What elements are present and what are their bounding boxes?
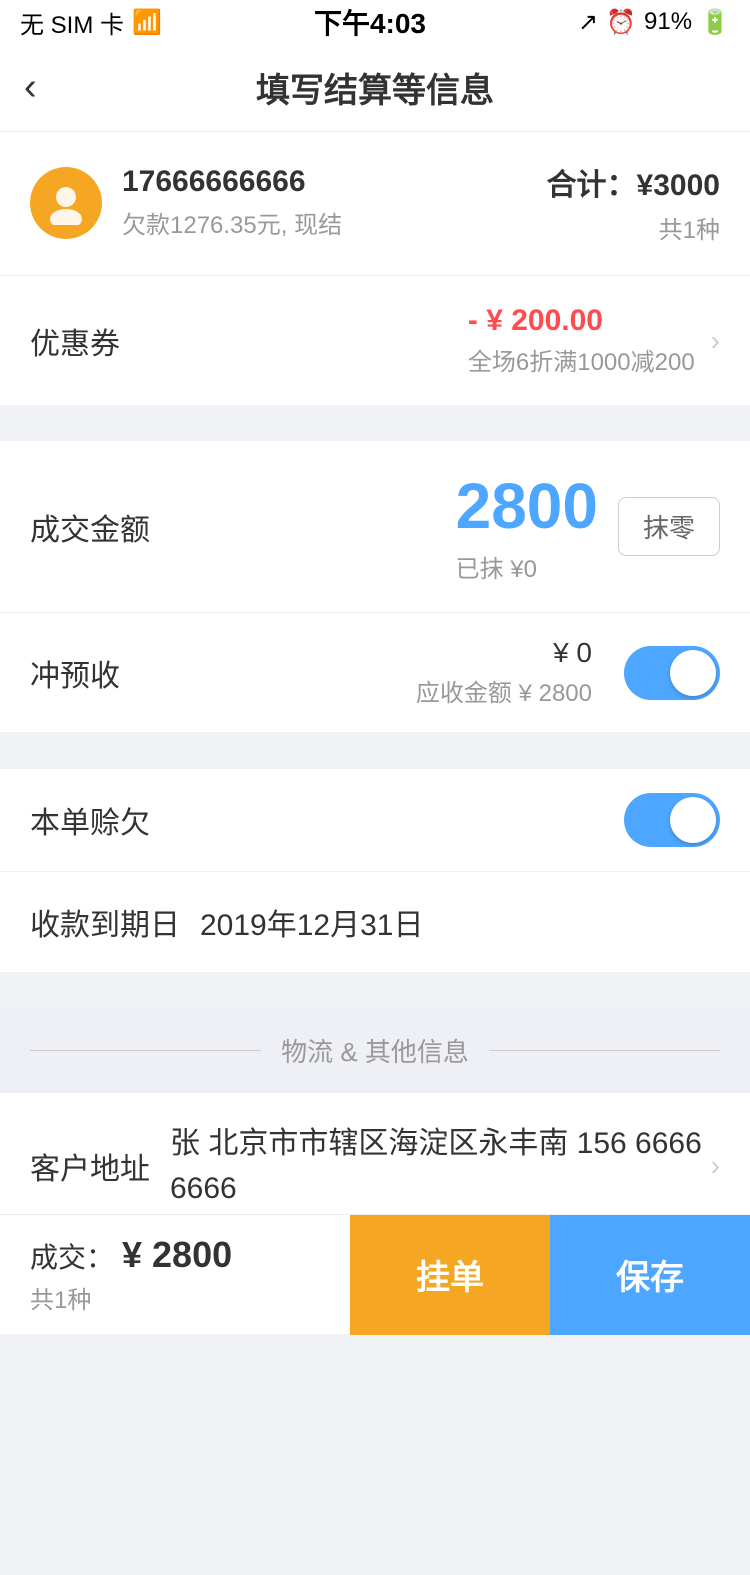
save-button[interactable]: 保存 [550,1215,750,1335]
debt-toggle-knob [670,797,716,843]
divider-3 [0,988,750,1008]
divider-2 [0,748,750,768]
section-divider-text: 物流 & 其他信息 [281,1032,469,1069]
pending-button[interactable]: 挂单 [350,1215,550,1335]
user-phone: 17666666666 [122,165,547,199]
footer: 成交： ¥ 2800 共1种 挂单 保存 [0,1214,750,1334]
prepayment-sub: 应收金额 ¥ 2800 [416,673,592,708]
divider-1 [0,421,750,441]
amount-sub: 已抹 ¥0 [456,549,598,584]
alarm-icon: ⏰ [606,8,636,37]
user-row: 17666666666 欠款1276.35元, 现结 合计：¥3000 共1种 [0,132,750,273]
amount-value-group: 2800 已抹 ¥0 [456,469,598,584]
amount-label: 成交金额 [30,505,150,549]
content: 17666666666 欠款1276.35元, 现结 合计：¥3000 共1种 … [0,132,750,1575]
due-date-row: 收款到期日 2019年12月31日 [0,871,750,972]
no-sim-text: 无 SIM 卡 [20,5,124,40]
location-icon: ↗ [578,8,598,37]
coupon-row[interactable]: 优惠券 - ¥ 200.00 全场6折满1000减200 › [0,275,750,405]
address-label: 客户地址 [30,1144,150,1188]
status-left: 无 SIM 卡 📶 [20,5,162,40]
user-info-card: 17666666666 欠款1276.35元, 现结 合计：¥3000 共1种 … [0,132,750,405]
prepayment-toggle[interactable] [624,646,720,700]
prepayment-amount: ¥ 0 [416,637,592,669]
prepayment-row: 冲预收 ¥ 0 应收金额 ¥ 2800 [0,612,750,732]
debt-label: 本单赊欠 [30,798,150,842]
round-button[interactable]: 抹零 [618,497,720,556]
divider-line-right [489,1050,720,1051]
avatar-person-icon [44,181,88,225]
coupon-right: - ¥ 200.00 全场6折满1000减200 › [468,304,720,377]
amount-value: 2800 [456,469,598,543]
total-count: 共1种 [547,210,720,245]
user-sub: 欠款1276.35元, 现结 [122,205,547,240]
status-time: 下午4:03 [314,2,426,42]
coupon-desc: 全场6折满1000减200 [468,342,695,377]
amount-main: 2800 已抹 ¥0 抹零 [456,469,720,584]
nav-title: 填写结算等信息 [256,63,494,112]
amount-row: 成交金额 2800 已抹 ¥0 抹零 [0,441,750,612]
avatar [30,167,102,239]
debt-row: 本单赊欠 [0,768,750,871]
total-amount: 合计：¥3000 [547,160,720,204]
section-divider: 物流 & 其他信息 [0,1008,750,1093]
footer-amount-row: 成交： ¥ 2800 [30,1234,320,1276]
due-date-label: 收款到期日 [30,900,180,944]
amount-card: 成交金额 2800 已抹 ¥0 抹零 冲预收 ¥ 0 应收金额 ¥ 2800 [0,441,750,732]
footer-amount-value: ¥ 2800 [122,1234,232,1276]
battery-icon: 🔋 [700,8,730,37]
status-bar: 无 SIM 卡 📶 下午4:03 ↗ ⏰ 91% 🔋 [0,0,750,44]
coupon-arrow-icon: › [711,325,720,357]
footer-summary: 成交： ¥ 2800 共1种 [0,1234,350,1315]
nav-bar: ‹ 填写结算等信息 [0,44,750,132]
prepayment-toggle-knob [670,650,716,696]
battery-text: 91% [644,8,692,36]
status-right: ↗ ⏰ 91% 🔋 [578,8,730,37]
coupon-label: 优惠券 [30,319,120,363]
user-total: 合计：¥3000 共1种 [547,160,720,245]
coupon-value-group: - ¥ 200.00 全场6折满1000减200 [468,304,695,377]
divider-line-left [30,1050,261,1051]
prepayment-right: ¥ 0 应收金额 ¥ 2800 [416,637,720,708]
back-button[interactable]: ‹ [24,66,37,109]
due-date-value: 2019年12月31日 [200,900,423,944]
address-arrow-icon: › [711,1150,720,1182]
footer-transaction-label: 成交： [30,1236,114,1276]
debt-toggle[interactable] [624,793,720,847]
prepayment-info: ¥ 0 应收金额 ¥ 2800 [416,637,592,708]
footer-count: 共1种 [30,1280,320,1315]
wifi-icon: 📶 [132,8,162,37]
user-info-text: 17666666666 欠款1276.35元, 现结 [122,165,547,240]
prepayment-label: 冲预收 [30,651,120,695]
coupon-value: - ¥ 200.00 [468,304,695,338]
debt-card: 本单赊欠 收款到期日 2019年12月31日 [0,768,750,972]
address-content: 张 北京市市辖区海淀区永丰南 156 6666 6666 [170,1121,711,1211]
